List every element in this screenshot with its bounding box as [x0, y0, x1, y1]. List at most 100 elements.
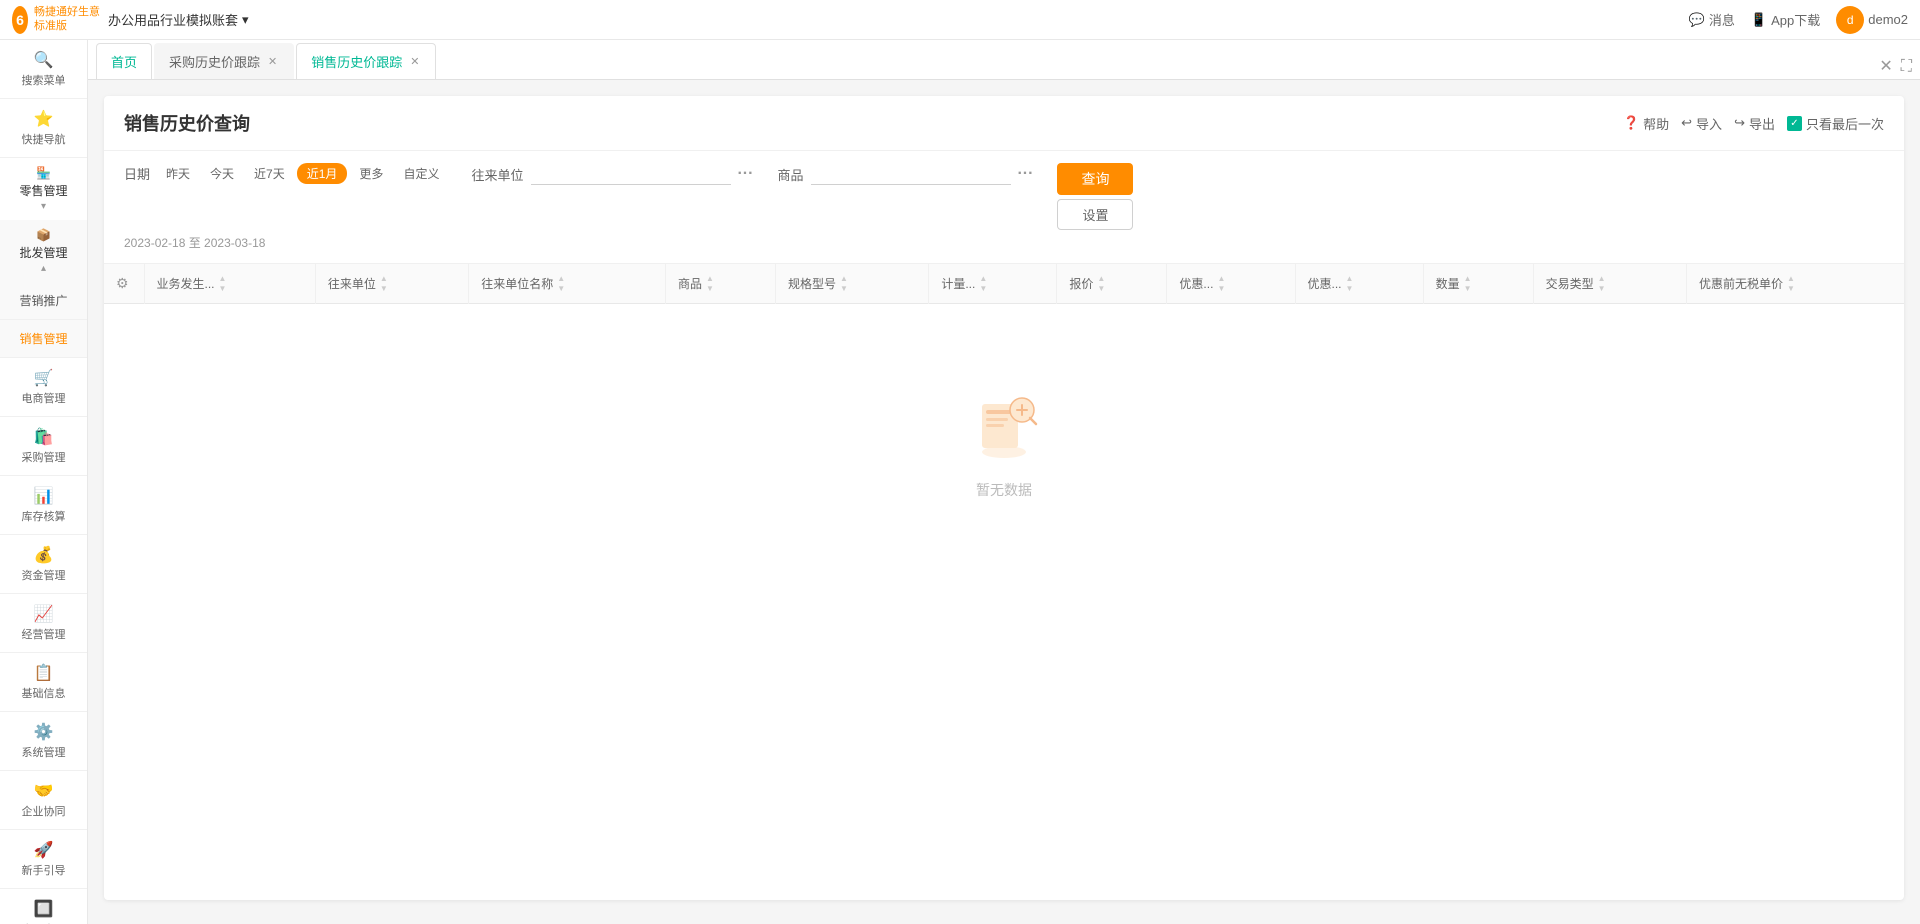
- sidebar-item-guide[interactable]: 🚀 新手引导: [0, 830, 87, 889]
- th-unit[interactable]: 计量... ▲▼: [929, 264, 1057, 304]
- date-btn-yesterday[interactable]: 昨天: [158, 163, 198, 184]
- th-date[interactable]: 业务发生... ▲▼: [144, 264, 315, 304]
- gear-icon[interactable]: ⚙: [116, 275, 129, 291]
- tab-close-purchase[interactable]: ✕: [266, 54, 279, 69]
- empty-text: 暂无数据: [976, 480, 1032, 500]
- date-filter-group: 日期 昨天 今天 近7天 近1月 更多 自定义: [124, 163, 447, 184]
- sidebar-item-enterprise[interactable]: 🤝 企业协同: [0, 771, 87, 830]
- tab-purchase-history[interactable]: 采购历史价跟踪 ✕: [154, 43, 294, 79]
- sidebar-item-search[interactable]: 🔍 搜索菜单: [0, 40, 87, 99]
- goods-input-wrap: ···: [811, 163, 1033, 185]
- partner-input-wrap: ···: [531, 163, 753, 185]
- help-icon: ❓: [1623, 115, 1639, 131]
- tab-home[interactable]: 首页: [96, 43, 152, 79]
- sidebar-item-apps[interactable]: 🔲 应用中心: [0, 889, 87, 924]
- message-action[interactable]: 💬 消息: [1689, 10, 1735, 29]
- empty-icon: [964, 384, 1044, 464]
- th-settings[interactable]: ⚙: [104, 264, 144, 304]
- action-buttons: 查询 设置: [1057, 163, 1133, 230]
- maximize-button[interactable]: ⛶: [1901, 59, 1912, 75]
- th-spec[interactable]: 规格型号 ▲▼: [775, 264, 928, 304]
- sidebar-item-basic[interactable]: 📋 基础信息: [0, 653, 87, 712]
- query-button[interactable]: 查询: [1057, 163, 1133, 195]
- sidebar: 🔍 搜索菜单 ⭐ 快捷导航 🏪 零售管理 ▾ 📦 批发管理 ▴ 营销推广 销售管…: [0, 40, 88, 924]
- sort-icon: ▲▼: [1217, 274, 1225, 293]
- sort-icon: ▲▼: [557, 274, 565, 293]
- data-table: ⚙ 业务发生... ▲▼ 往来: [104, 264, 1904, 304]
- close-tab-button[interactable]: ✕: [1879, 59, 1892, 75]
- tab-sales-history[interactable]: 销售历史价跟踪 ✕: [296, 43, 436, 79]
- tabs-actions: ✕ ⛶: [1879, 59, 1912, 79]
- partner-input[interactable]: [531, 163, 731, 185]
- date-btn-today[interactable]: 今天: [202, 163, 242, 184]
- th-trade-type[interactable]: 交易类型 ▲▼: [1533, 264, 1686, 304]
- sort-icon: ▲▼: [1598, 274, 1606, 293]
- export-link[interactable]: ↪ 导出: [1734, 114, 1775, 133]
- chevron-down-icon: ▾: [41, 201, 46, 212]
- sort-icon: ▲▼: [706, 274, 714, 293]
- partner-dots-btn[interactable]: ···: [737, 165, 753, 183]
- page-card: 销售历史价查询 ❓ 帮助 ↩ 导入 ↪ 导出: [104, 96, 1904, 900]
- date-btn-1month[interactable]: 近1月: [297, 163, 348, 184]
- sort-icon: ▲▼: [380, 274, 388, 293]
- sidebar-item-inventory[interactable]: 📊 库存核算: [0, 476, 87, 535]
- sidebar-item-purchase[interactable]: 🛍️ 采购管理: [0, 417, 87, 476]
- sort-icon: ▲▼: [1346, 274, 1354, 293]
- app-selector[interactable]: 办公用品行业模拟账套 ▾: [108, 10, 249, 29]
- th-discount2[interactable]: 优惠... ▲▼: [1295, 264, 1423, 304]
- import-link[interactable]: ↩ 导入: [1681, 114, 1722, 133]
- date-btn-7days[interactable]: 近7天: [246, 163, 293, 184]
- th-partner-code[interactable]: 往来单位 ▲▼: [315, 264, 468, 304]
- goods-input[interactable]: [811, 163, 1011, 185]
- page-content: 销售历史价查询 ❓ 帮助 ↩ 导入 ↪ 导出: [88, 80, 1920, 924]
- message-icon: 💬: [1689, 12, 1705, 28]
- sort-icon: ▲▼: [1464, 274, 1472, 293]
- th-discount1[interactable]: 优惠... ▲▼: [1167, 264, 1295, 304]
- th-goods[interactable]: 商品 ▲▼: [665, 264, 775, 304]
- sidebar-item-wholesale[interactable]: 📦 批发管理 ▴: [0, 220, 87, 282]
- header-left: 6 畅捷通好生意 标准版 办公用品行业模拟账套 ▾: [12, 6, 249, 34]
- basic-icon: 📋: [34, 663, 54, 683]
- guide-icon: 🚀: [34, 840, 54, 860]
- sidebar-item-system[interactable]: ⚙️ 系统管理: [0, 712, 87, 771]
- filter-row: 日期 昨天 今天 近7天 近1月 更多 自定义: [124, 163, 1133, 230]
- export-icon: ↪: [1734, 115, 1745, 131]
- goods-dots-btn[interactable]: ···: [1017, 165, 1033, 183]
- sort-icon: ▲▼: [1097, 274, 1105, 293]
- help-link[interactable]: ❓ 帮助: [1623, 114, 1669, 133]
- date-btn-more[interactable]: 更多: [351, 163, 391, 184]
- sidebar-item-finance[interactable]: 💰 资金管理: [0, 535, 87, 594]
- date-range-display: 2023-02-18 至 2023-03-18: [124, 234, 1133, 251]
- sidebar-item-retail[interactable]: 🏪 零售管理 ▾: [0, 158, 87, 220]
- table-header: ⚙ 业务发生... ▲▼ 往来: [104, 264, 1904, 304]
- tab-close-sales[interactable]: ✕: [408, 54, 421, 69]
- app-download-action[interactable]: 📱 App下载: [1751, 10, 1820, 29]
- settings-button[interactable]: 设置: [1057, 199, 1133, 230]
- th-pretax-price[interactable]: 优惠前无税单价 ▲▼: [1686, 264, 1904, 304]
- top-header: 6 畅捷通好生意 标准版 办公用品行业模拟账套 ▾ 💬 消息 📱 App下载 d…: [0, 0, 1920, 40]
- partner-label: 往来单位: [471, 165, 523, 184]
- th-quote[interactable]: 报价 ▲▼: [1057, 264, 1167, 304]
- only-last-checkbox[interactable]: ✓ 只看最后一次: [1787, 114, 1884, 133]
- inventory-icon: 📊: [34, 486, 54, 506]
- user-profile[interactable]: d demo2: [1836, 6, 1908, 34]
- th-qty[interactable]: 数量 ▲▼: [1423, 264, 1533, 304]
- operation-icon: 📈: [34, 604, 54, 624]
- sidebar-item-operation[interactable]: 📈 经营管理: [0, 594, 87, 653]
- content-area: 首页 采购历史价跟踪 ✕ 销售历史价跟踪 ✕ ✕ ⛶ 销售历史价查询: [88, 40, 1920, 924]
- page-title-bar: 销售历史价查询 ❓ 帮助 ↩ 导入 ↪ 导出: [104, 96, 1904, 151]
- import-icon: ↩: [1681, 115, 1692, 131]
- sidebar-item-ecommerce[interactable]: 🛒 电商管理: [0, 358, 87, 417]
- sidebar-item-sales-mgmt[interactable]: 销售管理: [0, 320, 87, 358]
- date-btn-custom[interactable]: 自定义: [395, 163, 447, 184]
- wholesale-submenu: 营销推广 销售管理: [0, 282, 87, 358]
- sort-icon: ▲▼: [219, 274, 227, 293]
- logo-area: 6 畅捷通好生意 标准版: [12, 6, 100, 34]
- chevron-up-icon: ▴: [41, 263, 46, 274]
- system-icon: ⚙️: [34, 722, 54, 742]
- sidebar-item-marketing[interactable]: 营销推广: [0, 282, 87, 320]
- th-partner-name[interactable]: 往来单位名称 ▲▼: [469, 264, 666, 304]
- partner-filter-group: 往来单位 ···: [471, 163, 753, 185]
- tabs-bar: 首页 采购历史价跟踪 ✕ 销售历史价跟踪 ✕ ✕ ⛶: [88, 40, 1920, 80]
- sidebar-item-shortcut[interactable]: ⭐ 快捷导航: [0, 99, 87, 158]
